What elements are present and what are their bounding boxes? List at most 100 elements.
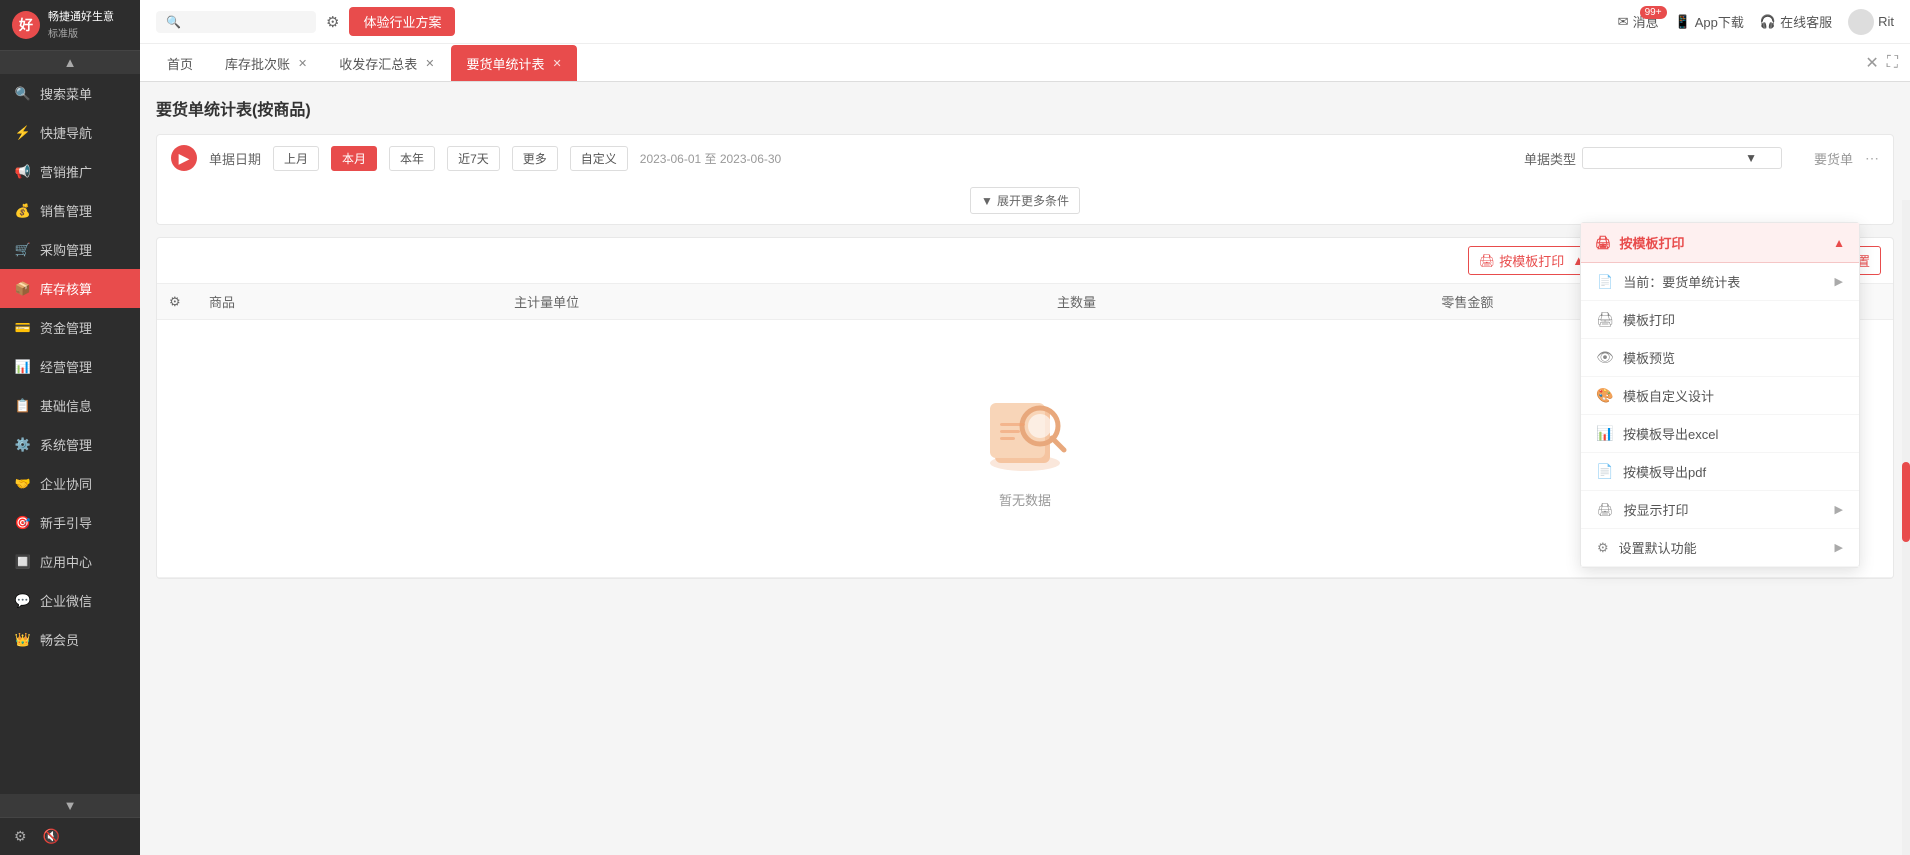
date-btn-custom[interactable]: 自定义: [570, 146, 628, 171]
dropdown-set-default[interactable]: ⚙ 设置默认功能 ▶: [1581, 529, 1859, 567]
sidebar-item-label: 资金管理: [40, 318, 92, 337]
tab-receipt-summary-close[interactable]: ✕: [425, 57, 434, 70]
sidebar: 好 畅捷通好生意 标准版 ▲ 🔍 搜索菜单 ⚡ 快捷导航 📢 营销推广 💰 销售…: [0, 0, 140, 855]
sidebar-item-guide[interactable]: 🎯 新手引导: [0, 503, 140, 542]
page-title: 要货单统计表(按商品): [156, 96, 1894, 120]
tab-batch-account-close[interactable]: ✕: [298, 57, 307, 70]
user-avatar-btn[interactable]: Rit: [1848, 9, 1894, 35]
tab-receipt-summary-label: 收发存汇总表: [339, 54, 417, 73]
marketing-icon: 📢: [14, 163, 32, 181]
sidebar-item-system[interactable]: ⚙️ 系统管理: [0, 425, 140, 464]
sidebar-item-wechat[interactable]: 💬 企业微信: [0, 581, 140, 620]
right-scrollbar[interactable]: [1902, 200, 1910, 855]
sidebar-item-label: 库存核算: [40, 279, 92, 298]
order-category-label: 要货单: [1814, 149, 1853, 168]
tab-batch-account-label: 库存批次账: [225, 54, 290, 73]
tab-home[interactable]: 首页: [152, 45, 208, 81]
tabs-bar: 首页 库存批次账 ✕ 收发存汇总表 ✕ 要货单统计表 ✕ ✕ ⛶: [140, 44, 1910, 82]
date-btn-more[interactable]: 更多: [512, 146, 558, 171]
message-btn[interactable]: ✉ 消息 99+: [1618, 12, 1659, 31]
sidebar-item-basic[interactable]: 📋 基础信息: [0, 386, 140, 425]
sidebar-item-collab[interactable]: 🤝 企业协同: [0, 464, 140, 503]
collab-icon: 🤝: [14, 475, 32, 493]
order-type-select[interactable]: ▼: [1582, 147, 1782, 169]
set-default-label: 设置默认功能: [1619, 538, 1697, 557]
scrollbar-thumb[interactable]: [1902, 462, 1910, 542]
sidebar-item-label: 经营管理: [40, 357, 92, 376]
dropdown-template-excel[interactable]: 📊 按模板导出excel: [1581, 415, 1859, 453]
dropdown-template-pdf[interactable]: 📄 按模板导出pdf: [1581, 453, 1859, 491]
scroll-up-btn[interactable]: ▲: [0, 51, 140, 74]
sidebar-item-inventory[interactable]: 📦 库存核算: [0, 269, 140, 308]
topbar-search-box[interactable]: 🔍: [156, 11, 316, 33]
online-service-btn[interactable]: 🎧 在线客服: [1760, 12, 1832, 31]
print-template-btn[interactable]: 🖨 按模板打印 ▲: [1468, 246, 1596, 275]
more-actions-icon[interactable]: ⋯: [1865, 150, 1879, 167]
sidebar-item-label: 系统管理: [40, 435, 92, 454]
sidebar-item-marketing[interactable]: 📢 营销推广: [0, 152, 140, 191]
dropdown-template-print[interactable]: 🖨 模板打印: [1581, 301, 1859, 339]
settings-footer-icon[interactable]: ⚙: [14, 828, 27, 845]
display-print-chevron: ▶: [1835, 503, 1843, 516]
dropdown-header[interactable]: 🖨 按模板打印 ▲: [1581, 223, 1859, 263]
topbar-left: 🔍 ⚙ 体验行业方案: [156, 7, 455, 36]
template-pdf-icon: 📄: [1597, 463, 1613, 480]
sidebar-item-app-center[interactable]: 🔲 应用中心: [0, 542, 140, 581]
dropdown-print-icon: 🖨: [1595, 235, 1612, 251]
select-chevron-icon: ▼: [1745, 151, 1757, 165]
set-default-icon: ⚙: [1597, 540, 1609, 556]
scroll-down-btn[interactable]: ▼: [0, 794, 140, 817]
col-settings[interactable]: ⚙: [157, 284, 197, 320]
dropdown-display-print[interactable]: 🖨 按显示打印 ▶: [1581, 491, 1859, 529]
maximize-window-btn[interactable]: ⛶: [1887, 54, 1898, 72]
app-download-btn[interactable]: 📱 App下载: [1675, 12, 1744, 31]
date-btn-last-7-days[interactable]: 近7天: [447, 146, 500, 171]
sidebar-item-operation[interactable]: 📊 经营管理: [0, 347, 140, 386]
sidebar-item-label: 营销推广: [40, 162, 92, 181]
close-window-btn[interactable]: ✕: [1865, 53, 1878, 73]
sidebar-item-search[interactable]: 🔍 搜索菜单: [0, 74, 140, 113]
sidebar-item-sales[interactable]: 💰 销售管理: [0, 191, 140, 230]
sidebar-item-finance[interactable]: 💳 资金管理: [0, 308, 140, 347]
sidebar-item-label: 畅会员: [40, 630, 79, 649]
window-controls: ✕ ⛶: [1865, 53, 1898, 73]
print-icon: 🖨: [1479, 253, 1496, 269]
dropdown-menu: 🖨 按模板打印 ▲ 📄 当前：要货单统计表 ▶ 🖨 模板打印 👁: [1580, 222, 1860, 568]
date-btn-prev-month[interactable]: 上月: [273, 146, 319, 171]
sidebar-item-label: 基础信息: [40, 396, 92, 415]
date-btn-current-year[interactable]: 本年: [389, 146, 435, 171]
trial-btn[interactable]: 体验行业方案: [349, 7, 455, 36]
tab-order-stats[interactable]: 要货单统计表 ✕: [451, 45, 576, 81]
operation-icon: 📊: [14, 358, 32, 376]
expand-row: ▼ 展开更多条件: [171, 179, 1879, 214]
audio-footer-icon[interactable]: 🔇: [43, 828, 60, 845]
tab-batch-account[interactable]: 库存批次账 ✕: [210, 45, 322, 81]
filter-toggle-btn[interactable]: ▶: [171, 145, 197, 171]
template-print-label: 模板打印: [1623, 310, 1675, 329]
template-preview-icon: 👁: [1597, 349, 1613, 366]
template-print-icon: 🖨: [1597, 311, 1613, 328]
message-badge: 99+: [1640, 6, 1667, 19]
app-logo: 好 畅捷通好生意 标准版: [0, 0, 140, 51]
sidebar-item-quick-nav[interactable]: ⚡ 快捷导航: [0, 113, 140, 152]
online-service-label: 在线客服: [1780, 12, 1832, 31]
order-type-label: 单据类型: [1524, 149, 1576, 168]
dropdown-template-preview[interactable]: 👁 模板预览: [1581, 339, 1859, 377]
sidebar-item-label: 快捷导航: [40, 123, 92, 142]
wechat-icon: 💬: [14, 592, 32, 610]
expand-more-btn[interactable]: ▼ 展开更多条件: [970, 187, 1080, 214]
dropdown-doc-icon: 📄: [1597, 274, 1613, 290]
dropdown-current-item[interactable]: 📄 当前：要货单统计表 ▶: [1581, 263, 1859, 301]
sidebar-item-purchase[interactable]: 🛒 采购管理: [0, 230, 140, 269]
dropdown-template-design[interactable]: 🎨 模板自定义设计: [1581, 377, 1859, 415]
tab-order-stats-close[interactable]: ✕: [553, 57, 562, 70]
sidebar-item-member[interactable]: 👑 畅会员: [0, 620, 140, 659]
template-excel-label: 按模板导出excel: [1623, 424, 1718, 443]
date-btn-current-month[interactable]: 本月: [331, 146, 377, 171]
topbar-gear-icon[interactable]: ⚙: [326, 13, 339, 31]
guide-icon: 🎯: [14, 514, 32, 532]
empty-illustration: [970, 388, 1080, 478]
dropdown-close-chevron[interactable]: ▲: [1833, 236, 1845, 250]
tab-receipt-summary[interactable]: 收发存汇总表 ✕: [324, 45, 449, 81]
sidebar-item-label: 应用中心: [40, 552, 92, 571]
